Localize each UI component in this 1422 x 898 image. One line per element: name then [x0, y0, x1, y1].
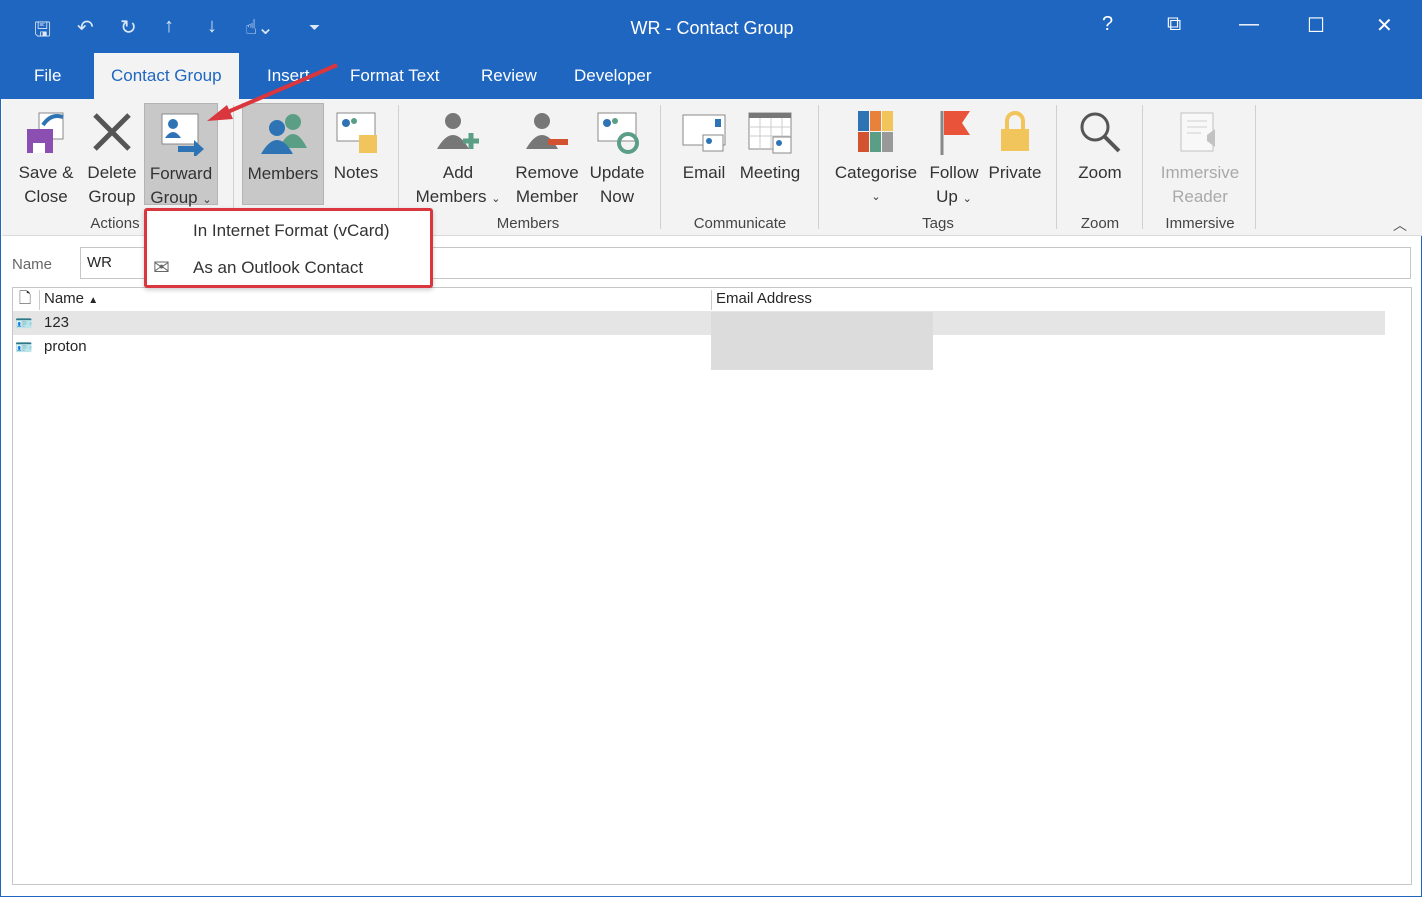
annotation-arrow — [207, 63, 338, 121]
outlook-window: 🖫 ↶ ↻ ↑ ↓ ☝⌄ ⏷ WR - Contact Group ? ⧉ — … — [0, 0, 1422, 897]
